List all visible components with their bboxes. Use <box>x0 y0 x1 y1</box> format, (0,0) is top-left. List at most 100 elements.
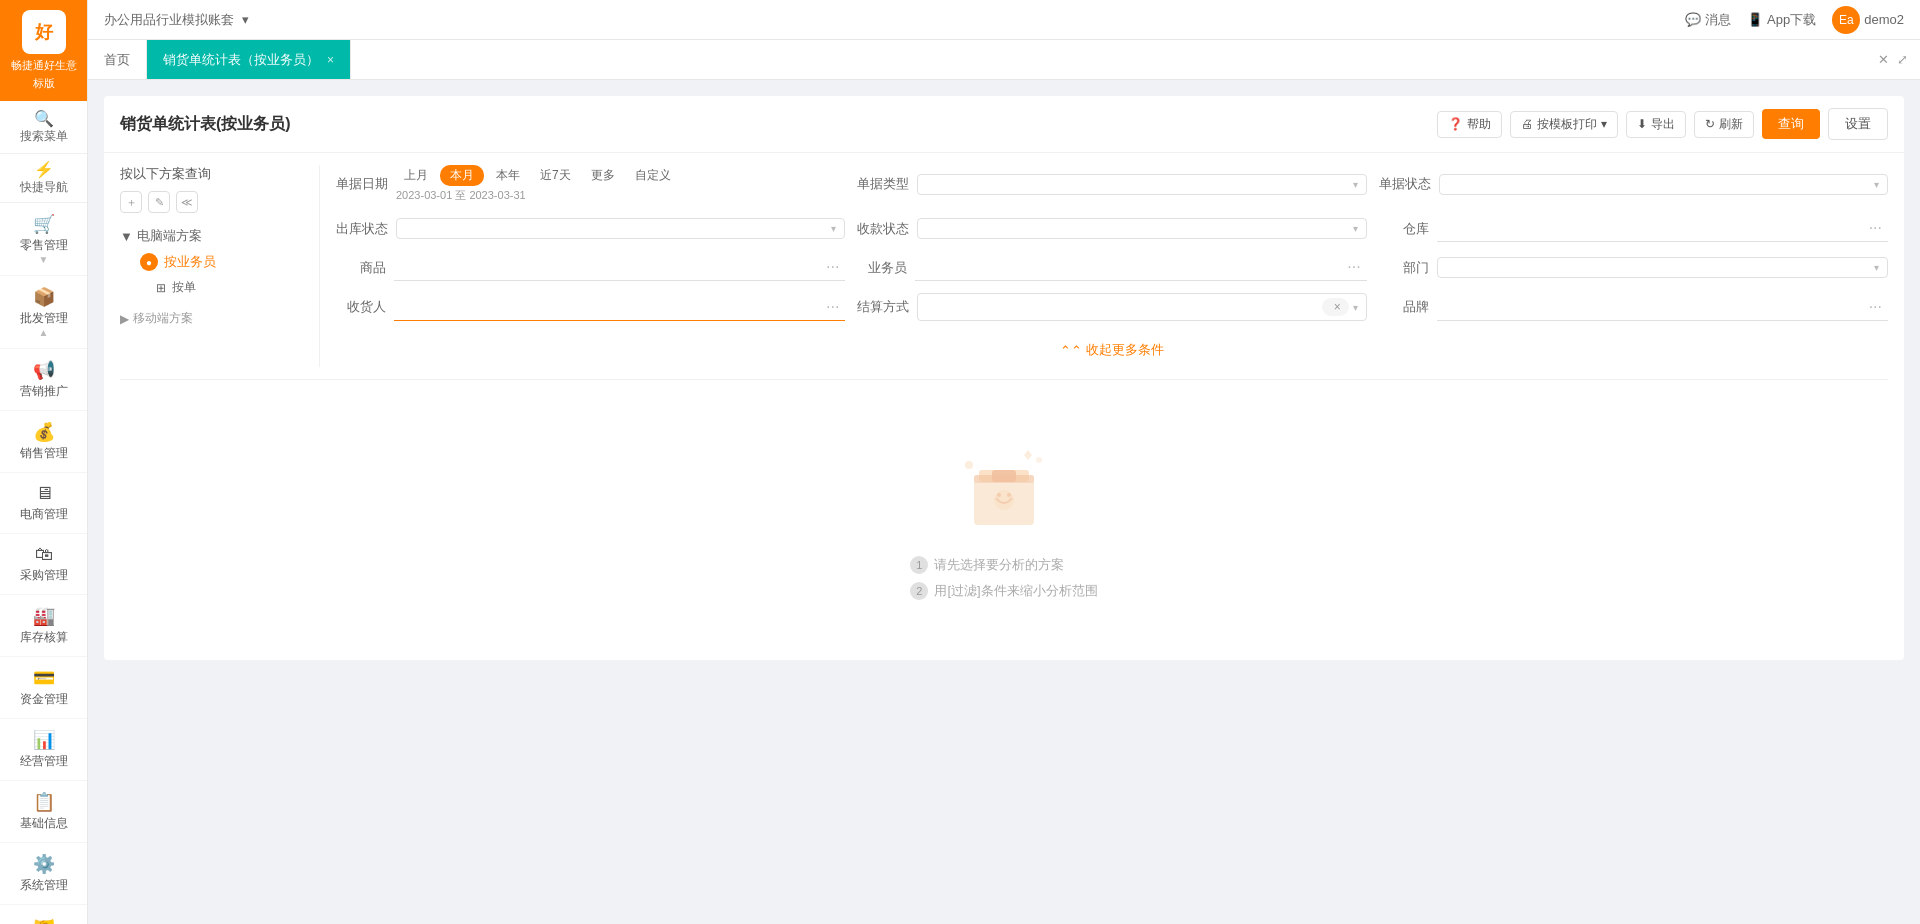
sidebar-item-sales[interactable]: 💰 销售管理 <box>0 411 87 473</box>
collapse-btn[interactable]: ⌃⌃ 收起更多条件 <box>336 333 1888 367</box>
brand-label: 品牌 <box>1379 298 1429 316</box>
sidebar-item-enterprise[interactable]: 🤝 企业协同 <box>0 905 87 924</box>
edit-scheme-btn[interactable]: ✎ <box>148 191 170 213</box>
step-num-1: 1 <box>910 556 928 574</box>
tab-close-btn[interactable]: × <box>327 53 334 67</box>
tab-expand-area: ✕ ⤢ <box>1866 52 1920 67</box>
sidebar-item-marketing[interactable]: 📢 营销推广 <box>0 349 87 411</box>
scheme-by-order[interactable]: ⊞ 按单 <box>120 275 307 300</box>
doc-type-select[interactable]: ▾ <box>917 174 1366 195</box>
desktop-scheme-parent[interactable]: ▼ 电脑端方案 <box>120 223 307 249</box>
svg-rect-3 <box>974 475 1034 483</box>
recv-status-select[interactable]: ▾ <box>917 218 1366 239</box>
home-tab-label: 首页 <box>104 51 130 69</box>
tab-bar: 首页 销货单统计表（按业务员） × ✕ ⤢ <box>88 40 1920 80</box>
brand-input[interactable]: ··· <box>1437 294 1888 321</box>
inventory-icon: 🏭 <box>33 605 55 627</box>
dept-label: 部门 <box>1379 259 1429 277</box>
svg-point-6 <box>1007 493 1011 497</box>
date-tab-7days[interactable]: 近7天 <box>532 165 579 186</box>
empty-icon <box>954 440 1054 540</box>
sidebar-item-basic[interactable]: 📋 基础信息 <box>0 781 87 843</box>
out-status-field: 出库状态 ▾ <box>336 218 845 239</box>
filter-row-3: 商品 ··· 业务员 ··· <box>336 254 1888 281</box>
sidebar-quick-nav[interactable]: ⚡ 快捷导航 <box>0 154 87 203</box>
mobile-scheme-parent[interactable]: ▶ 移动端方案 <box>120 306 307 331</box>
recv-status-label: 收款状态 <box>857 220 909 238</box>
page-header: 销货单统计表(按业务员) ❓ 帮助 🖨 按模板打印 ▾ ⬇ 导出 <box>104 96 1904 153</box>
help-icon: ❓ <box>1448 117 1463 131</box>
doc-type-chevron: ▾ <box>1353 179 1358 190</box>
app-download-btn[interactable]: 📱 App下载 <box>1747 11 1816 29</box>
template-print-btn[interactable]: 🖨 按模板打印 ▾ <box>1510 111 1618 138</box>
export-icon: ⬇ <box>1637 117 1647 131</box>
salesperson-field: 业务员 ··· <box>857 254 1366 281</box>
date-tab-this-year[interactable]: 本年 <box>488 165 528 186</box>
filter-row-4: 收货人 ··· 结算方式 <box>336 293 1888 321</box>
page-actions: ❓ 帮助 🖨 按模板打印 ▾ ⬇ 导出 ↻ 刷新 <box>1437 108 1888 140</box>
expand-icon[interactable]: ⤢ <box>1897 52 1908 67</box>
payment-select[interactable]: × ▾ <box>917 293 1366 321</box>
payment-clear-x[interactable]: × <box>1334 300 1341 314</box>
messages-btn[interactable]: 💬 消息 <box>1685 11 1731 29</box>
enterprise-icon: 🤝 <box>33 915 55 924</box>
empty-state: 1 请先选择要分析的方案 2 用[过滤]条件来缩小分析范围 <box>104 380 1904 660</box>
user-area[interactable]: Ea demo2 <box>1832 6 1904 34</box>
recv-status-field: 收款状态 ▾ <box>857 218 1366 239</box>
export-btn[interactable]: ⬇ 导出 <box>1626 111 1686 138</box>
sidebar-item-system[interactable]: ⚙️ 系统管理 <box>0 843 87 905</box>
refresh-btn[interactable]: ↻ 刷新 <box>1694 111 1754 138</box>
sidebar-search[interactable]: 🔍 搜索菜单 <box>0 101 87 154</box>
date-range-value: 2023-03-01 至 2023-03-31 <box>396 188 845 203</box>
recv-name-input[interactable]: ··· <box>394 294 845 321</box>
sidebar-item-purchase[interactable]: 🛍 采购管理 <box>0 534 87 595</box>
out-status-select[interactable]: ▾ <box>396 218 845 239</box>
doc-type-label: 单据类型 <box>857 175 909 193</box>
retail-icon: 🛒 <box>33 213 55 235</box>
sidebar-item-finance[interactable]: 💳 资金管理 <box>0 657 87 719</box>
doc-status-chevron: ▾ <box>1874 179 1879 190</box>
dept-chevron: ▾ <box>1874 262 1879 273</box>
order-icon: ⊞ <box>156 281 166 295</box>
help-btn[interactable]: ❓ 帮助 <box>1437 111 1502 138</box>
setting-btn[interactable]: 设置 <box>1828 108 1888 140</box>
scheme-title: 按以下方案查询 <box>120 165 307 183</box>
tree-collapse-icon: ▼ <box>120 229 133 244</box>
warehouse-dots: ··· <box>1869 219 1882 237</box>
query-btn[interactable]: 查询 <box>1762 109 1820 139</box>
payment-clear-tag: × <box>1322 298 1349 316</box>
date-tab-this-month[interactable]: 本月 <box>440 165 484 186</box>
sidebar-item-wholesale[interactable]: 📦 批发管理 ▲ <box>0 276 87 349</box>
doc-status-field: 单据状态 ▾ <box>1379 174 1888 195</box>
message-icon: 💬 <box>1685 12 1701 27</box>
sidebar-item-operations[interactable]: 📊 经营管理 <box>0 719 87 781</box>
filter-row-1: 单据日期 上月 本月 本年 近7天 更多 自定义 20 <box>336 165 1888 203</box>
close-all-icon[interactable]: ✕ <box>1878 52 1889 67</box>
dept-select[interactable]: ▾ <box>1437 257 1888 278</box>
svg-point-7 <box>965 461 973 469</box>
salesperson-input[interactable]: ··· <box>915 254 1366 281</box>
add-scheme-btn[interactable]: ＋ <box>120 191 142 213</box>
filter-form: 单据日期 上月 本月 本年 近7天 更多 自定义 20 <box>320 165 1888 367</box>
goods-field: 商品 ··· <box>336 254 845 281</box>
sidebar-logo[interactable]: 好 畅捷通好生意 标版 <box>0 0 87 101</box>
scheme-by-salesperson[interactable]: ● 按业务员 <box>120 249 307 275</box>
date-tab-custom[interactable]: 自定义 <box>627 165 679 186</box>
collapse-scheme-btn[interactable]: ≪ <box>176 191 198 213</box>
breadcrumb-text: 办公用品行业模拟账套 <box>104 11 234 29</box>
sidebar-item-retail[interactable]: 🛒 零售管理 ▼ <box>0 203 87 276</box>
sidebar-item-ecommerce[interactable]: 🖥 电商管理 <box>0 473 87 534</box>
payment-field: 结算方式 × ▾ <box>857 293 1366 321</box>
doc-type-field: 单据类型 ▾ <box>857 174 1366 195</box>
goods-input[interactable]: ··· <box>394 254 845 281</box>
date-tab-last-month[interactable]: 上月 <box>396 165 436 186</box>
print-icon: 🖨 <box>1521 117 1533 131</box>
doc-status-select[interactable]: ▾ <box>1439 174 1888 195</box>
print-dropdown-icon: ▾ <box>1601 117 1607 131</box>
empty-step-2: 2 用[过滤]条件来缩小分析范围 <box>910 582 1097 600</box>
sidebar-item-inventory[interactable]: 🏭 库存核算 <box>0 595 87 657</box>
tab-home[interactable]: 首页 <box>88 40 147 79</box>
warehouse-input[interactable]: ··· <box>1437 215 1888 242</box>
date-tab-more[interactable]: 更多 <box>583 165 623 186</box>
tab-sales-stat[interactable]: 销货单统计表（按业务员） × <box>147 40 351 79</box>
